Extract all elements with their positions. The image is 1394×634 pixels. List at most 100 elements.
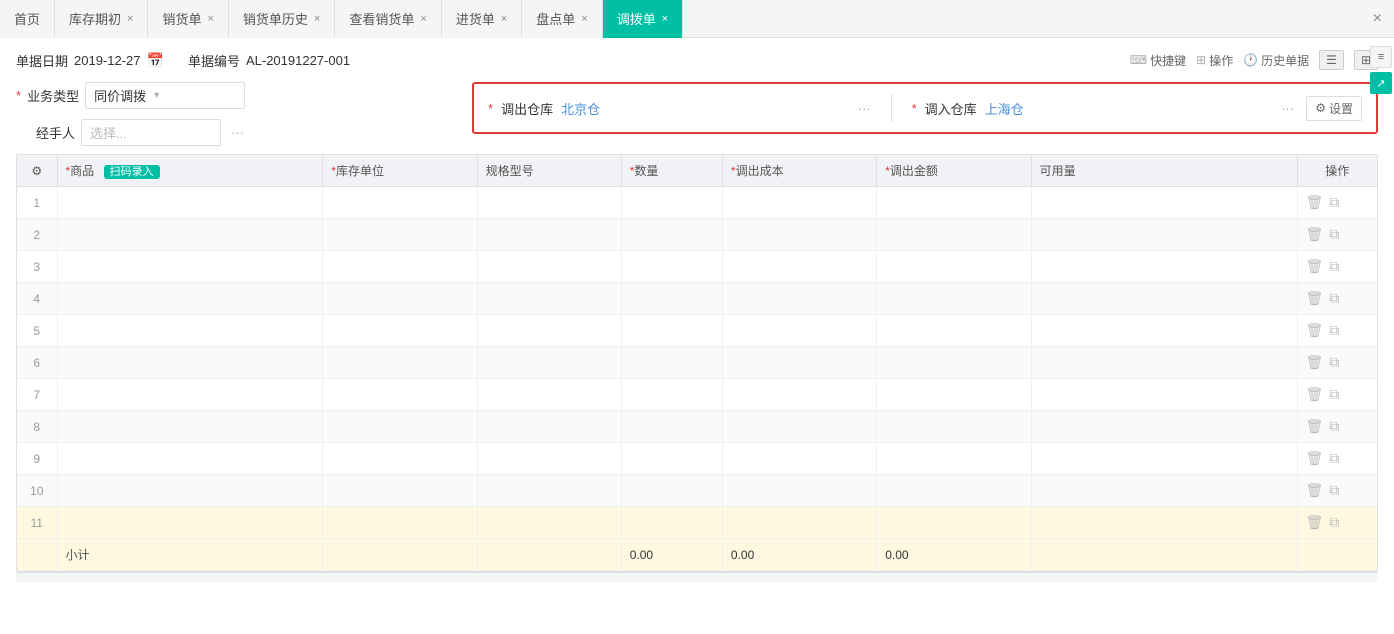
- copy-icon[interactable]: ⧉: [1329, 258, 1339, 275]
- serial-value: AL-20191227-001: [246, 53, 350, 68]
- table-row: 3🗑⧉: [17, 251, 1377, 283]
- tab-view-sales-close[interactable]: ×: [420, 13, 426, 25]
- scroll-bar[interactable]: [16, 572, 1378, 582]
- copy-icon[interactable]: ⧉: [1329, 386, 1339, 403]
- in-warehouse-req: *: [912, 101, 917, 116]
- col-available: 可用量: [1031, 155, 1297, 187]
- handler-select[interactable]: 选择...: [81, 119, 221, 146]
- copy-icon[interactable]: ⧉: [1329, 354, 1339, 371]
- settings-label: 设置: [1329, 100, 1353, 117]
- table-row: 6🗑⧉: [17, 347, 1377, 379]
- in-warehouse-more-icon[interactable]: ···: [1281, 101, 1294, 116]
- tab-sales-order-label: 销货单: [162, 9, 201, 28]
- handler-placeholder: 选择...: [90, 123, 127, 142]
- table-row: 1🗑⧉: [17, 187, 1377, 219]
- copy-icon[interactable]: ⧉: [1329, 418, 1339, 435]
- shortcuts-label: 快捷键: [1150, 52, 1186, 69]
- delete-icon[interactable]: 🗑: [1306, 418, 1324, 435]
- col-unit: *库存单位: [323, 155, 477, 187]
- copy-icon[interactable]: ⧉: [1329, 226, 1339, 243]
- date-field: 单据日期 2019-12-27 📅: [16, 51, 164, 70]
- handler-more-icon[interactable]: ···: [231, 125, 244, 140]
- scan-badge[interactable]: 扫码录入: [104, 165, 160, 179]
- tab-inventory-init-label: 库存期初: [69, 9, 121, 28]
- chevron-down-icon: ▾: [154, 90, 159, 101]
- business-type-value: 同价调拨: [94, 86, 146, 105]
- tab-view-sales-label: 查看销货单: [349, 9, 414, 28]
- col-unit-label: 库存单位: [336, 164, 384, 178]
- subtotal-cost: 0.00: [731, 548, 754, 562]
- history-btn[interactable]: 🕐 历史单据: [1243, 52, 1309, 69]
- tab-purchase-order-close[interactable]: ×: [501, 13, 507, 25]
- form-header: 单据日期 2019-12-27 📅 单据编号 AL-20191227-001 ⌨…: [16, 50, 1378, 70]
- calendar-icon[interactable]: 📅: [147, 52, 164, 69]
- col-product: *商品 扫码录入: [57, 155, 323, 187]
- tab-home[interactable]: 首页: [0, 0, 55, 38]
- settings-icon: ⚙: [1315, 101, 1326, 115]
- out-warehouse-field: * 调出仓库 北京仓 ···: [488, 99, 871, 118]
- tab-stocktake[interactable]: 盘点单 ×: [522, 0, 602, 38]
- main-content: 单据日期 2019-12-27 📅 单据编号 AL-20191227-001 ⌨…: [0, 38, 1394, 594]
- delete-icon[interactable]: 🗑: [1306, 322, 1324, 339]
- delete-icon[interactable]: 🗑: [1306, 514, 1324, 531]
- warehouse-divider: [891, 94, 892, 122]
- in-warehouse-label: 调入仓库: [925, 99, 977, 118]
- delete-icon[interactable]: 🗑: [1306, 194, 1324, 211]
- operations-icon: ⊞: [1196, 53, 1206, 67]
- tab-sales-order[interactable]: 销货单 ×: [148, 0, 228, 38]
- tab-stocktake-close[interactable]: ×: [581, 13, 587, 25]
- col-ops: 操作: [1297, 155, 1377, 187]
- subtotal-label: 小计: [66, 548, 90, 562]
- settings-button[interactable]: ⚙ 设置: [1306, 96, 1362, 121]
- tab-sales-order-close[interactable]: ×: [207, 13, 213, 25]
- note-panel-btn[interactable]: ≡: [1370, 46, 1392, 68]
- table-row: 2🗑⧉: [17, 219, 1377, 251]
- delete-icon[interactable]: 🗑: [1306, 450, 1324, 467]
- table-wrapper: ⚙ *商品 扫码录入 *库存单位 规格型号 *数量: [16, 154, 1378, 572]
- business-type-req: *: [16, 88, 21, 103]
- tab-view-sales[interactable]: 查看销货单 ×: [335, 0, 441, 38]
- col-spec: 规格型号: [477, 155, 621, 187]
- delete-icon[interactable]: 🗑: [1306, 482, 1324, 499]
- tab-sales-history[interactable]: 销货单历史 ×: [229, 0, 335, 38]
- subtotal-amount: 0.00: [885, 548, 908, 562]
- window-close-button[interactable]: ×: [1361, 0, 1394, 38]
- delete-icon[interactable]: 🗑: [1306, 226, 1324, 243]
- delete-icon[interactable]: 🗑: [1306, 354, 1324, 371]
- export-icon: ↗: [1376, 77, 1385, 90]
- copy-icon[interactable]: ⧉: [1329, 482, 1339, 499]
- col-product-label: 商品: [70, 164, 94, 178]
- tab-transfer[interactable]: 调拨单 ×: [603, 0, 683, 38]
- copy-icon[interactable]: ⧉: [1329, 450, 1339, 467]
- gear-icon[interactable]: ⚙: [31, 164, 42, 178]
- copy-icon[interactable]: ⧉: [1329, 290, 1339, 307]
- tab-inventory-init-close[interactable]: ×: [127, 13, 133, 25]
- list-icon: ☰: [1326, 53, 1337, 67]
- delete-icon[interactable]: 🗑: [1306, 258, 1324, 275]
- date-value: 2019-12-27: [74, 53, 141, 68]
- out-warehouse-more-icon[interactable]: ···: [858, 101, 871, 116]
- copy-icon[interactable]: ⧉: [1329, 514, 1339, 531]
- copy-icon[interactable]: ⧉: [1329, 194, 1339, 211]
- top-right-toolbar: ⌨ 快捷键 ⊞ 操作 🕐 历史单据 ☰ ⊞: [1130, 50, 1378, 70]
- tab-sales-history-close[interactable]: ×: [314, 13, 320, 25]
- tab-purchase-order[interactable]: 进货单 ×: [442, 0, 522, 38]
- delete-icon[interactable]: 🗑: [1306, 386, 1324, 403]
- tab-inventory-init[interactable]: 库存期初 ×: [55, 0, 148, 38]
- export-panel-btn[interactable]: ↗: [1370, 72, 1392, 94]
- list-view-btn[interactable]: ☰: [1319, 50, 1344, 70]
- delete-icon[interactable]: 🗑: [1306, 290, 1324, 307]
- operations-btn[interactable]: ⊞ 操作: [1196, 52, 1233, 69]
- table-row-subtotal: 11 🗑⧉: [17, 507, 1377, 539]
- serial-field: 单据编号 AL-20191227-001: [188, 51, 350, 70]
- tab-home-label: 首页: [14, 9, 40, 28]
- in-warehouse-value: 上海仓: [985, 99, 1024, 118]
- copy-icon[interactable]: ⧉: [1329, 322, 1339, 339]
- tab-transfer-close[interactable]: ×: [662, 13, 668, 25]
- col-amount: *调出金额: [877, 155, 1031, 187]
- table-row: 5🗑⧉: [17, 315, 1377, 347]
- business-type-select[interactable]: 同价调拨 ▾: [85, 82, 245, 109]
- shortcuts-btn[interactable]: ⌨ 快捷键: [1130, 52, 1186, 69]
- table-gear-col[interactable]: ⚙: [17, 155, 57, 187]
- items-table: ⚙ *商品 扫码录入 *库存单位 规格型号 *数量: [17, 155, 1377, 571]
